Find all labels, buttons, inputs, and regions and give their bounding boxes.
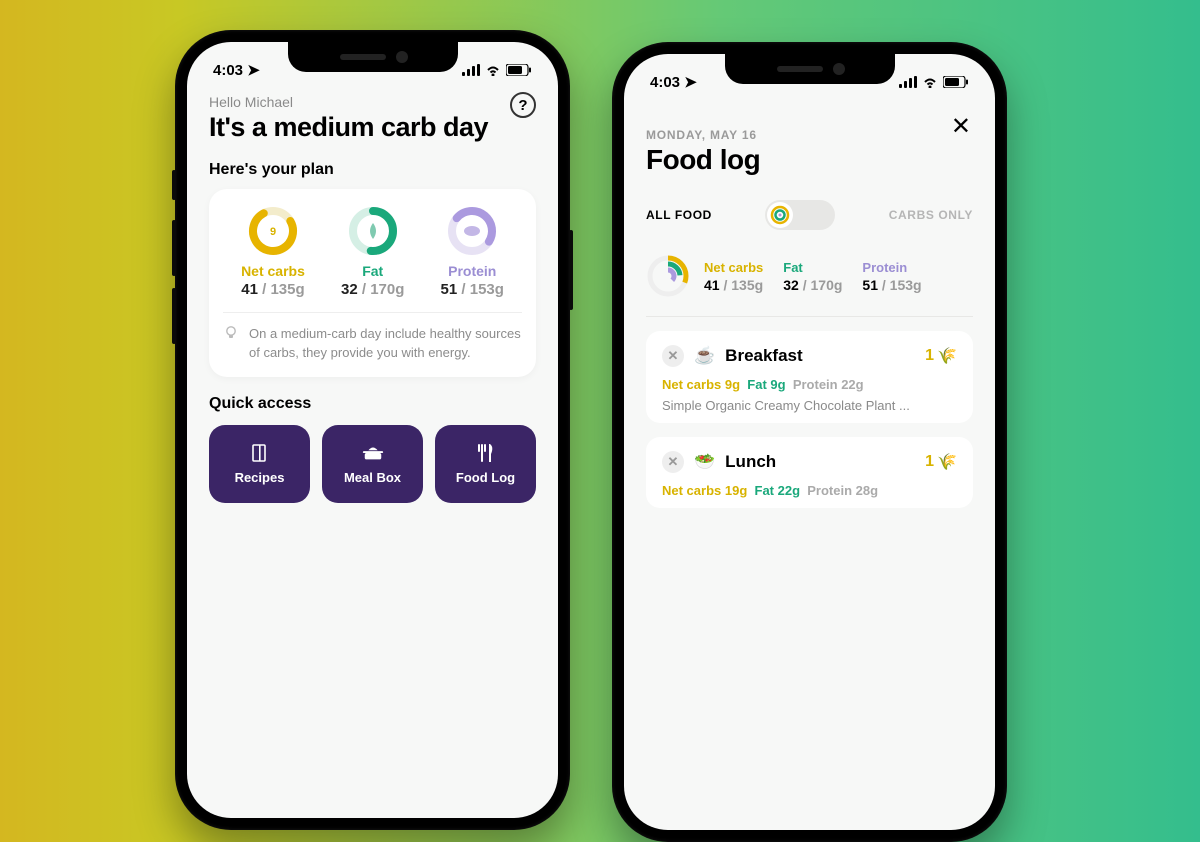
recipes-icon [249,442,271,464]
carbs-ring-icon: 9 [247,205,299,257]
notch [725,54,895,84]
location-icon: ➤ [684,74,697,91]
fat-ring-icon [347,205,399,257]
battery-icon [943,76,969,88]
plan-heading: Here's your plan [209,161,536,179]
wifi-icon [485,64,501,76]
location-icon: ➤ [247,62,260,79]
tip-box: On a medium-carb day include healthy sou… [223,312,522,363]
meal-name: Lunch [725,452,776,472]
date-label: MONDAY, MAY 16 [646,128,973,142]
svg-text:9: 9 [270,226,276,238]
tip-text: On a medium-carb day include healthy sou… [249,325,522,363]
filter-toggle[interactable] [765,200,835,230]
carbs-label: Net carbs [241,263,305,279]
macro-protein[interactable]: Protein 51 / 153g [441,205,504,298]
filter-all-label[interactable]: ALL FOOD [646,208,712,222]
macro-summary: Net carbs41 / 135g Fat32 / 170g Protein5… [646,254,973,317]
meal-card-lunch[interactable]: ✕ 🥗 Lunch 1🌾 Net carbs 19g Fat 22g Prote… [646,437,973,508]
carb-badge: 1🌾 [925,452,957,472]
recipes-button[interactable]: Recipes [209,425,310,503]
lightbulb-icon [223,325,239,341]
meal-name: Breakfast [725,346,803,366]
protein-label: Protein [441,263,504,279]
carb-badge: 1🌾 [925,346,957,366]
battery-icon [506,64,532,76]
phone-home: 4:03 ➤ ? Hello Michael It's a medium car… [175,30,570,830]
greeting: Hello Michael [209,94,536,110]
phone-foodlog: 4:03 ➤ ✕ MONDAY, MAY 16 Food log ALL FOO… [612,42,1007,842]
signal-icon [462,64,480,76]
macro-fat[interactable]: Fat 32 / 170g [341,205,404,298]
salad-icon: 🥗 [694,452,715,472]
plan-card: 9 Net carbs 41 / 135g Fat 32 / 170g Prot… [209,189,536,377]
foodlog-button[interactable]: Food Log [435,425,536,503]
filter-row: ALL FOOD CARBS ONLY [646,200,973,230]
coffee-icon: ☕ [694,346,715,366]
signal-icon [899,76,917,88]
mealbox-icon [362,442,384,464]
grain-icon: 🌾 [937,452,957,472]
toggle-knob-icon [767,202,793,228]
close-button[interactable]: ✕ [951,112,971,141]
summary-ring-icon [646,254,690,298]
status-time: 4:03 [650,74,680,91]
meal-item: Simple Organic Creamy Chocolate Plant ..… [662,398,957,413]
page-title: It's a medium carb day [209,112,536,143]
notch [288,42,458,72]
macro-carbs[interactable]: 9 Net carbs 41 / 135g [241,205,305,298]
fat-label: Fat [341,263,404,279]
protein-ring-icon [446,205,498,257]
status-time: 4:03 [213,62,243,79]
meal-card-breakfast[interactable]: ✕ ☕ Breakfast 1🌾 Net carbs 9g Fat 9g Pro… [646,331,973,423]
page-title: Food log [646,144,973,176]
quick-access-heading: Quick access [209,395,536,413]
wifi-icon [922,76,938,88]
mealbox-button[interactable]: Meal Box [322,425,423,503]
grain-icon: 🌾 [937,346,957,366]
foodlog-icon [475,442,497,464]
help-button[interactable]: ? [510,92,536,118]
filter-carbs-label[interactable]: CARBS ONLY [889,208,973,222]
remove-meal-button[interactable]: ✕ [662,345,684,367]
remove-meal-button[interactable]: ✕ [662,451,684,473]
